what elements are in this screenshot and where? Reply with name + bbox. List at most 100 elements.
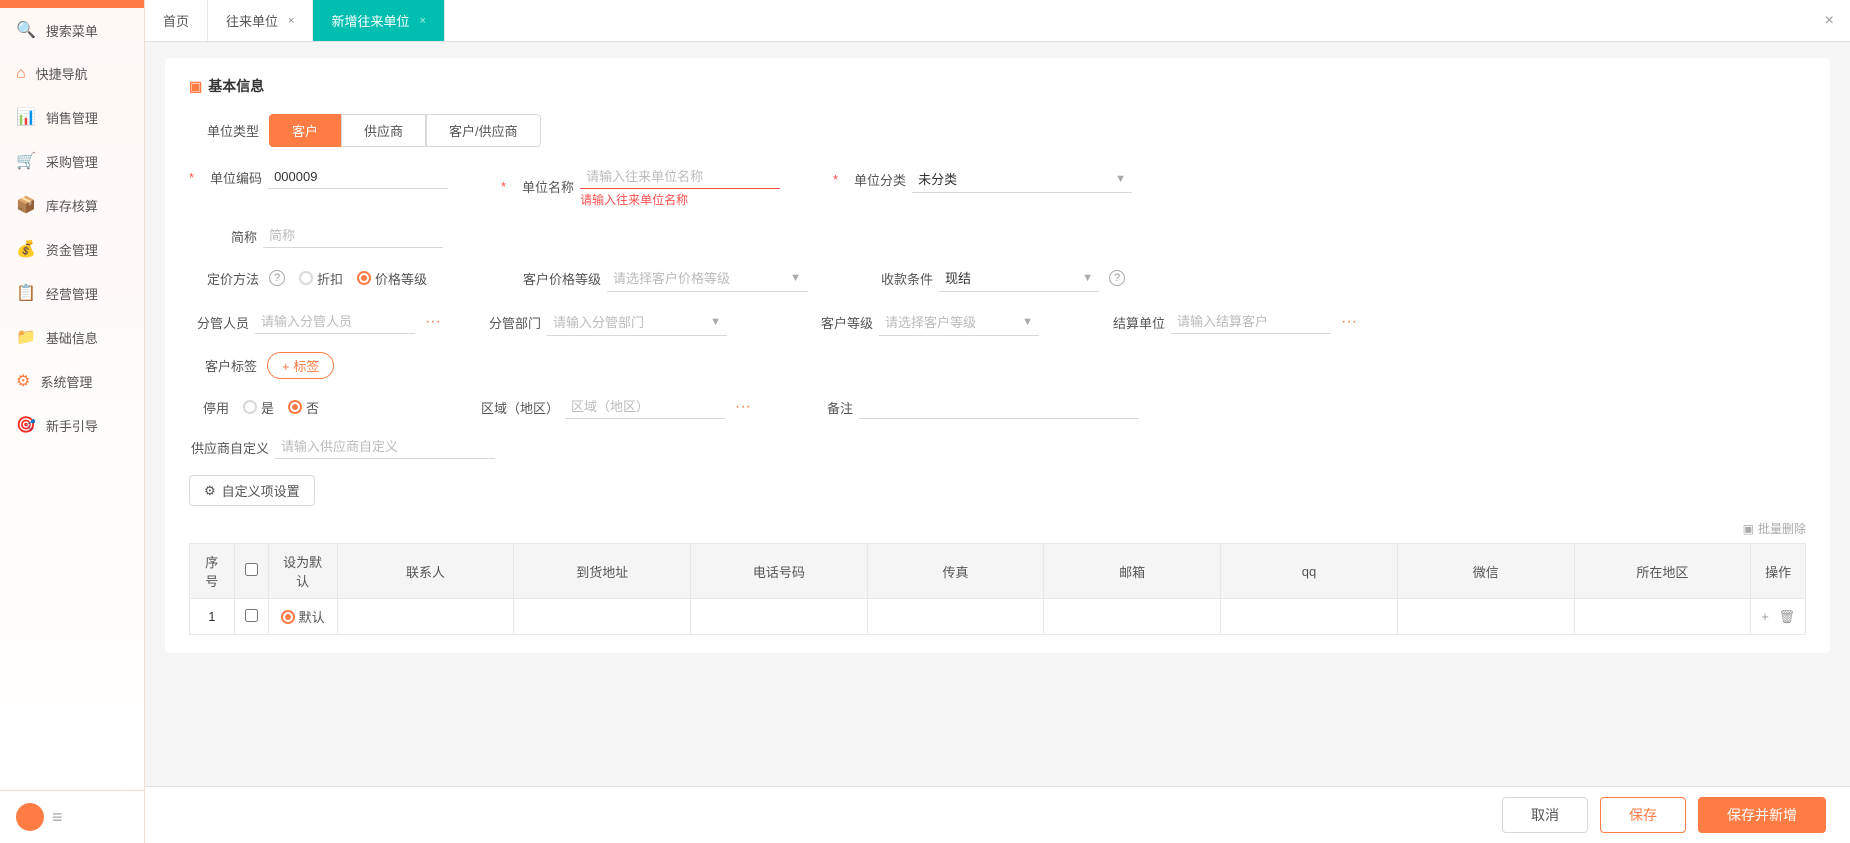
menu-icon[interactable]: ≡ (52, 807, 63, 828)
department-placeholder: 请输入分管部门 (553, 312, 706, 331)
select-all-checkbox[interactable] (245, 563, 258, 576)
radio-dot (361, 275, 367, 281)
cell-fax (867, 599, 1044, 635)
unit-type-row: 单位类型 客户 供应商 客户/供应商 (189, 114, 1806, 147)
section-title: ▣ 基本信息 (189, 76, 1806, 96)
payment-terms-value: 现结 (945, 268, 1078, 287)
folder-icon: 📁 (16, 327, 36, 347)
row-checkbox[interactable] (245, 609, 258, 622)
th-phone: 电话号码 (691, 544, 868, 599)
cell-action[interactable]: + 🗑 (1751, 599, 1806, 635)
customer-level-placeholder: 请选择客户等级 (885, 312, 1018, 331)
remark-label: 备注 (813, 398, 853, 417)
sidebar-item-label: 经营管理 (46, 284, 98, 303)
pricing-option-level-label: 价格等级 (375, 269, 427, 288)
sidebar-item-finance[interactable]: 💰 资金管理 (0, 227, 144, 271)
radio-circle-default (281, 610, 295, 624)
contact-input[interactable] (348, 605, 504, 628)
add-tag-button[interactable]: + 标签 (267, 352, 334, 379)
sidebar-item-guide[interactable]: 🎯 新手引导 (0, 403, 144, 447)
cell-qq (1221, 599, 1398, 635)
settlement-unit-input[interactable] (1171, 310, 1331, 334)
unit-category-field: * 单位分类 未分类 ▼ (833, 165, 1153, 193)
type-btn-customer[interactable]: 客户 (269, 114, 341, 147)
chevron-down-icon: ▼ (1022, 316, 1033, 328)
th-contact: 联系人 (337, 544, 514, 599)
sidebar-item-search[interactable]: 🔍 搜索菜单 (0, 8, 144, 52)
type-btn-group: 客户 供应商 客户/供应商 (269, 114, 541, 147)
sidebar-item-quick-nav[interactable]: ⌂ 快捷导航 (0, 52, 144, 95)
save-new-button[interactable]: 保存并新增 (1698, 797, 1826, 833)
address-input[interactable] (524, 605, 680, 628)
qq-input[interactable] (1231, 605, 1387, 628)
region-cell-input[interactable] (1585, 605, 1741, 628)
pricing-option-discount[interactable]: 折扣 (299, 269, 343, 288)
tab-new-partner-label: 新增往来单位 (331, 11, 409, 30)
supplier-custom-input[interactable] (275, 435, 495, 459)
phone-input[interactable] (701, 605, 857, 628)
close-icon[interactable]: × (419, 15, 425, 27)
customer-level-select[interactable]: 请选择客户等级 ▼ (879, 308, 1039, 336)
batch-delete-label[interactable]: 批量删除 (1758, 520, 1806, 537)
save-button[interactable]: 保存 (1600, 797, 1686, 833)
customer-price-level-select[interactable]: 请选择客户价格等级 ▼ (607, 264, 807, 292)
region-input[interactable] (565, 395, 725, 419)
unit-category-select[interactable]: 未分类 ▼ (912, 165, 1132, 193)
remark-input[interactable] (859, 395, 1139, 419)
manager-field: 分管人员 ··· (189, 310, 449, 334)
delete-row-icon[interactable]: 🗑 (1778, 609, 1795, 624)
chevron-down-icon: ▼ (1082, 272, 1093, 284)
radio-circle-discount (299, 271, 313, 285)
disable-field: 停用 是 否 (189, 398, 449, 417)
th-wechat: 微信 (1397, 544, 1574, 599)
short-name-input[interactable] (263, 224, 443, 248)
cancel-button[interactable]: 取消 (1502, 797, 1588, 833)
default-radio[interactable]: 默认 (279, 607, 327, 626)
cell-default: 默认 (268, 599, 337, 635)
payment-terms-select[interactable]: 现结 ▼ (939, 264, 1099, 292)
tab-home[interactable]: 首页 (145, 0, 208, 41)
cell-checkbox (234, 599, 268, 635)
section-title-text: 基本信息 (208, 76, 264, 96)
unit-name-input-wrapper: 请输入往来单位名称 (580, 165, 801, 208)
pricing-option-level[interactable]: 价格等级 (357, 269, 427, 288)
default-label: 默认 (299, 607, 325, 626)
global-close-button[interactable]: × (1809, 0, 1850, 41)
unit-code-input[interactable] (268, 165, 448, 189)
more-icon[interactable]: ··· (425, 313, 441, 331)
th-fax: 传真 (867, 544, 1044, 599)
fax-input[interactable] (878, 605, 1034, 628)
sidebar-item-sales[interactable]: 📊 销售管理 (0, 95, 144, 139)
email-input[interactable] (1054, 605, 1210, 628)
add-row-icon[interactable]: + (1761, 609, 1769, 624)
sidebar-item-label: 快捷导航 (36, 64, 88, 83)
disable-option-yes[interactable]: 是 (243, 398, 274, 417)
customer-price-level-field: 客户价格等级 请选择客户价格等级 ▼ (521, 264, 841, 292)
manager-input[interactable] (255, 310, 415, 334)
department-select[interactable]: 请输入分管部门 ▼ (547, 308, 727, 336)
custom-setting-button[interactable]: ⚙ 自定义项设置 (189, 475, 315, 506)
main-area: 首页 往来单位 × 新增往来单位 × × ▣ 基本信息 单位类型 客户 供应商 (145, 0, 1850, 843)
more-icon[interactable]: ··· (1341, 313, 1357, 331)
unit-name-input[interactable] (580, 165, 780, 189)
type-btn-supplier[interactable]: 供应商 (341, 114, 426, 147)
sidebar-item-purchase[interactable]: 🛒 采购管理 (0, 139, 144, 183)
type-btn-both[interactable]: 客户/供应商 (426, 114, 541, 147)
tab-home-label: 首页 (163, 11, 189, 30)
pricing-radio-group: 折扣 价格等级 (299, 269, 427, 288)
close-icon[interactable]: × (288, 15, 294, 27)
tab-partners[interactable]: 往来单位 × (208, 0, 313, 41)
help-icon[interactable]: ? (269, 270, 285, 286)
more-icon[interactable]: ··· (735, 398, 751, 416)
sidebar-item-inventory[interactable]: 📦 库存核算 (0, 183, 144, 227)
sidebar-item-system[interactable]: ⚙ 系统管理 (0, 359, 144, 403)
tab-new-partner[interactable]: 新增往来单位 × (313, 0, 444, 41)
wechat-input[interactable] (1408, 605, 1564, 628)
chart-icon: 📊 (16, 107, 36, 127)
help-icon[interactable]: ? (1109, 270, 1125, 286)
sidebar-item-basic[interactable]: 📁 基础信息 (0, 315, 144, 359)
user-avatar[interactable] (16, 803, 44, 831)
th-checkbox (234, 544, 268, 599)
disable-option-no[interactable]: 否 (288, 398, 319, 417)
sidebar-item-operations[interactable]: 📋 经营管理 (0, 271, 144, 315)
